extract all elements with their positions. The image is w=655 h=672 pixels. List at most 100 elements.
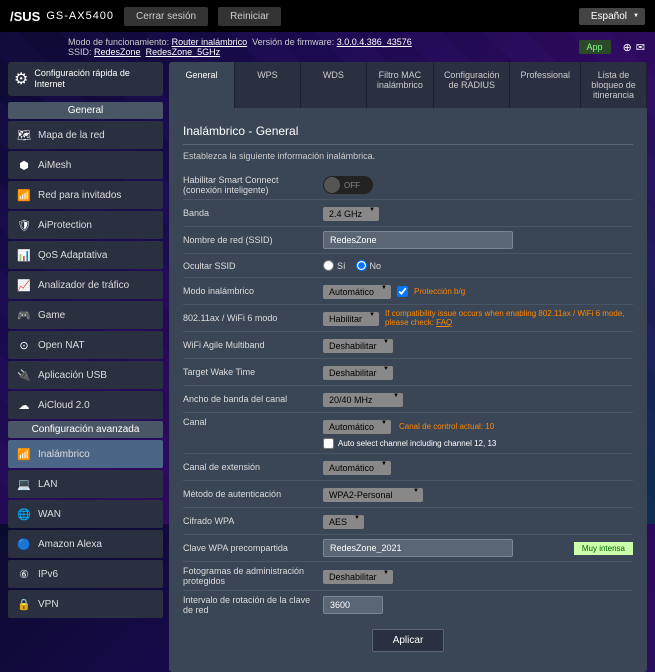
sidebar-item-qos-adaptativa[interactable]: 📊QoS Adaptativa xyxy=(8,241,163,269)
tab-filtro-mac-inalámbrico[interactable]: Filtro MAC inalámbrico xyxy=(367,62,434,108)
quick-setup-label: Configuración rápida de Internet xyxy=(34,68,157,90)
fw-label: Versión de firmware: xyxy=(252,37,334,47)
tabs: GeneralWPSWDSFiltro MAC inalámbricoConfi… xyxy=(169,62,647,108)
ax-hint: If compatibility issue occurs when enabl… xyxy=(385,309,633,327)
sidebar-item-ipv6[interactable]: ⑥IPv6 xyxy=(8,560,163,588)
language-select[interactable]: Español xyxy=(579,8,645,25)
globe-icon[interactable]: ⊕ xyxy=(623,41,632,54)
quick-setup-button[interactable]: ⚙ Configuración rápida de Internet xyxy=(8,62,163,96)
faq-link[interactable]: FAQ xyxy=(436,318,452,327)
reboot-button[interactable]: Reiniciar xyxy=(218,7,281,26)
ssid2-link[interactable]: RedesZone_5GHz xyxy=(146,47,221,57)
nav-icon: 🗺 xyxy=(16,127,32,143)
cipher-label: Cifrado WPA xyxy=(183,516,323,526)
protection-label: Protección b/g xyxy=(414,287,465,296)
nav-icon: ☁ xyxy=(16,397,32,413)
autochannel-label: Auto select channel including channel 12… xyxy=(338,439,496,448)
strength-badge: Muy intensa xyxy=(574,542,633,555)
mode-link[interactable]: Router inalámbrico xyxy=(172,37,248,47)
sidebar-item-game[interactable]: 🎮Game xyxy=(8,301,163,329)
hide-ssid-yes[interactable]: Sí xyxy=(323,260,346,271)
sidebar-item-open-nat[interactable]: ⊙Open NAT xyxy=(8,331,163,359)
wireless-mode-label: Modo inalámbrico xyxy=(183,286,323,296)
smart-connect-toggle[interactable]: OFF xyxy=(323,176,373,194)
psk-input[interactable] xyxy=(323,539,513,557)
ext-channel-label: Canal de extensión xyxy=(183,462,323,472)
sidebar-item-aplicación-usb[interactable]: 🔌Aplicación USB xyxy=(8,361,163,389)
top-bar: /SUS GS-AX5400 Cerrar sesión Reiniciar E… xyxy=(0,0,655,32)
tab-lista-de-bloqueo-de-itinerancia[interactable]: Lista de bloqueo de itinerancia xyxy=(581,62,647,108)
sidebar-item-red-para-invitados[interactable]: 📶Red para invitados xyxy=(8,181,163,209)
gear-icon: ⚙ xyxy=(14,69,28,89)
sidebar-item-inalámbrico[interactable]: 📶Inalámbrico xyxy=(8,440,163,468)
ax-mode-select[interactable]: Habilitar xyxy=(323,312,379,326)
tab-professional[interactable]: Professional xyxy=(510,62,581,108)
nav-icon: 🛡 xyxy=(16,217,32,233)
twt-label: Target Wake Time xyxy=(183,367,323,377)
hide-ssid-label: Ocultar SSID xyxy=(183,261,323,271)
sidebar: ⚙ Configuración rápida de Internet Gener… xyxy=(8,62,163,672)
nav-icon: 🔒 xyxy=(16,596,32,612)
logout-button[interactable]: Cerrar sesión xyxy=(124,7,208,26)
nav-icon: 💻 xyxy=(16,476,32,492)
auth-label: Método de autenticación xyxy=(183,489,323,499)
nav-icon: 📶 xyxy=(16,187,32,203)
advanced-header: Configuración avanzada xyxy=(8,421,163,438)
agile-label: WiFi Agile Multiband xyxy=(183,340,323,350)
nav-icon: 🎮 xyxy=(16,307,32,323)
model-name: GS-AX5400 xyxy=(46,10,114,22)
tab-general[interactable]: General xyxy=(169,62,235,108)
nav-icon: ⊙ xyxy=(16,337,32,353)
ax-mode-label: 802.11ax / WiFi 6 modo xyxy=(183,313,323,323)
apply-button[interactable]: Aplicar xyxy=(372,629,445,652)
sidebar-item-aimesh[interactable]: ⬢AiMesh xyxy=(8,151,163,179)
sidebar-item-amazon-alexa[interactable]: 🔵Amazon Alexa xyxy=(8,530,163,558)
sidebar-item-lan[interactable]: 💻LAN xyxy=(8,470,163,498)
channel-label: Canal xyxy=(183,417,323,427)
feedback-icon[interactable]: ✉ xyxy=(636,41,645,54)
sidebar-item-aiprotection[interactable]: 🛡AiProtection xyxy=(8,211,163,239)
sidebar-item-aicloud-2.0[interactable]: ☁AiCloud 2.0 xyxy=(8,391,163,419)
nav-icon: ⑥ xyxy=(16,566,32,582)
rotation-label: Intervalo de rotación de la clave de red xyxy=(183,595,323,615)
info-bar: Modo de funcionamiento: Router inalámbri… xyxy=(0,32,655,62)
ssid-label: SSID: xyxy=(68,47,92,57)
autochannel-checkbox[interactable] xyxy=(323,438,334,449)
nav-icon: 🌐 xyxy=(16,506,32,522)
brand-logo: /SUS xyxy=(10,9,40,24)
panel-desc: Establezca la siguiente información inal… xyxy=(183,145,633,171)
ssid-input[interactable] xyxy=(323,231,513,249)
app-badge[interactable]: App xyxy=(579,40,611,54)
ssid1-link[interactable]: RedesZone xyxy=(94,47,141,57)
hide-ssid-no[interactable]: No xyxy=(356,260,382,271)
general-header: General xyxy=(8,102,163,119)
band-select[interactable]: 2.4 GHz xyxy=(323,207,379,221)
cipher-select[interactable]: AES xyxy=(323,515,364,529)
agile-select[interactable]: Deshabilitar xyxy=(323,339,393,353)
sidebar-item-mapa-de-la-red[interactable]: 🗺Mapa de la red xyxy=(8,121,163,149)
rotation-input[interactable] xyxy=(323,596,383,614)
main-panel: GeneralWPSWDSFiltro MAC inalámbricoConfi… xyxy=(169,62,647,672)
nav-icon: 📊 xyxy=(16,247,32,263)
tab-configuración-de-radius[interactable]: Configuración de RADIUS xyxy=(434,62,511,108)
nav-icon: ⬢ xyxy=(16,157,32,173)
tab-wds[interactable]: WDS xyxy=(301,62,367,108)
band-label: Banda xyxy=(183,208,323,218)
nav-icon: 📶 xyxy=(16,446,32,462)
pmf-select[interactable]: Deshabilitar xyxy=(323,570,393,584)
nav-icon: 📈 xyxy=(16,277,32,293)
ext-channel-select[interactable]: Automático xyxy=(323,461,391,475)
channel-select[interactable]: Automático xyxy=(323,420,391,434)
tab-wps[interactable]: WPS xyxy=(235,62,301,108)
bandwidth-select[interactable]: 20/40 MHz xyxy=(323,393,403,407)
protection-checkbox[interactable] xyxy=(397,286,408,297)
wireless-mode-select[interactable]: Automático xyxy=(323,285,391,299)
auth-select[interactable]: WPA2-Personal xyxy=(323,488,423,502)
pmf-label: Fotogramas de administración protegidos xyxy=(183,566,323,586)
sidebar-item-vpn[interactable]: 🔒VPN xyxy=(8,590,163,618)
twt-select[interactable]: Deshabilitar xyxy=(323,366,393,380)
psk-label: Clave WPA precompartida xyxy=(183,543,323,553)
fw-link[interactable]: 3.0.0.4.386_43576 xyxy=(337,37,412,47)
sidebar-item-analizador-de-tráfico[interactable]: 📈Analizador de tráfico xyxy=(8,271,163,299)
smart-connect-label: Habilitar Smart Connect (conexión inteli… xyxy=(183,175,323,195)
